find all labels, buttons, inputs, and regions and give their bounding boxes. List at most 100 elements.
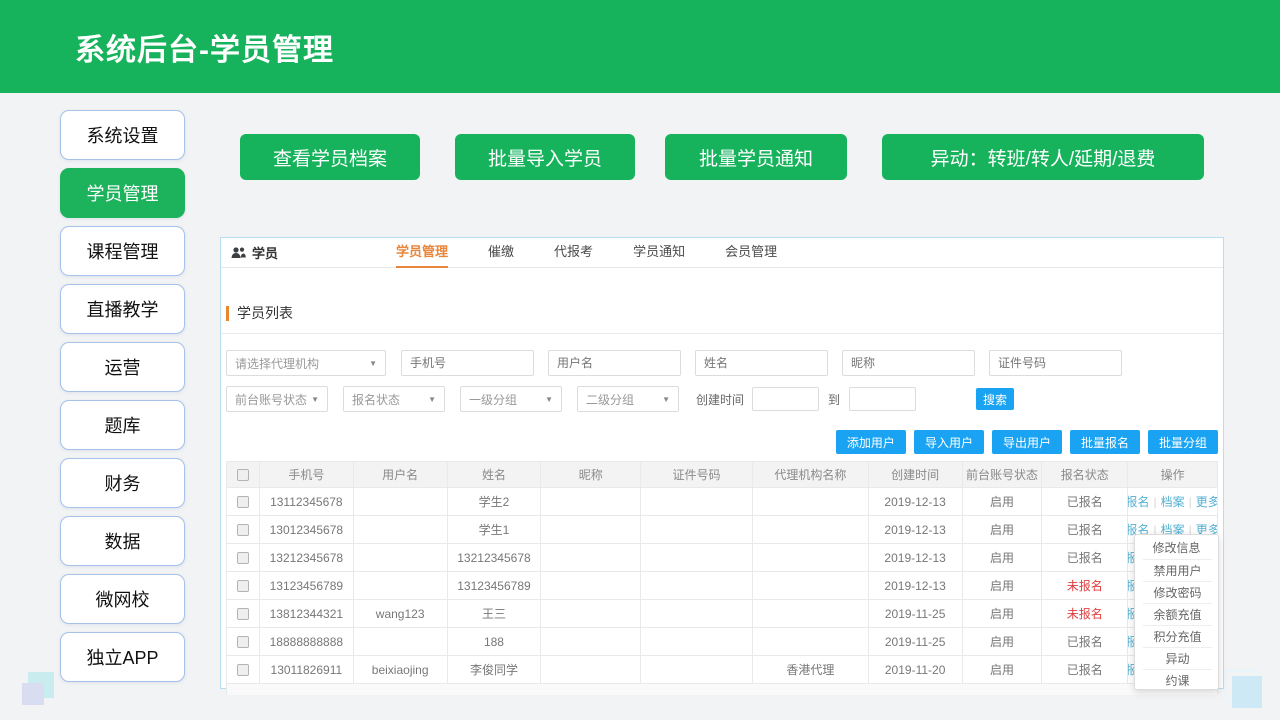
sidebar-item[interactable]: 系统设置 — [60, 110, 185, 160]
action-button-2[interactable]: 批量导入学员 — [455, 134, 635, 180]
cell-id_no — [641, 572, 753, 600]
op-link-more[interactable]: 更多 — [1196, 493, 1218, 510]
cell-created: 2019-12-13 — [869, 544, 963, 572]
tab-active[interactable]: 学员管理 — [396, 238, 448, 268]
filter-input[interactable] — [989, 350, 1122, 376]
op-link-archive[interactable]: 档案 — [1161, 493, 1185, 510]
cell-account_status: 启用 — [963, 516, 1043, 544]
tab-item[interactable]: 催缴 — [488, 238, 514, 268]
row-checkbox[interactable] — [237, 552, 249, 564]
action-button-4[interactable]: 异动：转班/转人/延期/退费 — [882, 134, 1204, 180]
tab-item[interactable]: 会员管理 — [725, 238, 777, 268]
row-checkbox[interactable] — [237, 524, 249, 536]
row-checkbox-cell — [226, 488, 260, 516]
action-button-3[interactable]: 批量学员通知 — [665, 134, 847, 180]
cell-created: 2019-12-13 — [869, 488, 963, 516]
action-button-1[interactable]: 查看学员档案 — [240, 134, 420, 180]
sidebar-item[interactable]: 题库 — [60, 400, 185, 450]
sidebar-item[interactable]: 微网校 — [60, 574, 185, 624]
bulk-button-2[interactable]: 导入用户 — [914, 430, 984, 454]
sidebar-item[interactable]: 财务 — [60, 458, 185, 508]
link-separator: | — [1189, 495, 1192, 509]
dropdown-item[interactable]: 异动 — [1143, 647, 1212, 669]
bulk-button-4[interactable]: 批量报名 — [1070, 430, 1140, 454]
cell-account_status: 启用 — [963, 600, 1043, 628]
sidebar-item-active[interactable]: 学员管理 — [60, 168, 185, 218]
row-checkbox[interactable] — [237, 636, 249, 648]
panel-tabs: 学员管理 催缴 代报考 学员通知 会员管理 — [396, 238, 817, 268]
chevron-down-icon: ▼ — [311, 395, 319, 404]
filter-select[interactable]: 一级分组 ▼ — [460, 386, 562, 412]
created-to-input[interactable] — [849, 387, 916, 411]
row-checkbox[interactable] — [237, 580, 249, 592]
chevron-down-icon: ▼ — [662, 395, 670, 404]
sidebar-item[interactable]: 运营 — [60, 342, 185, 392]
chevron-down-icon: ▼ — [545, 395, 553, 404]
filter-select-value: 二级分组 — [586, 391, 634, 408]
tab-item[interactable]: 代报考 — [554, 238, 593, 268]
filter-select-value: 一级分组 — [469, 391, 517, 408]
search-button[interactable]: 搜索 — [976, 388, 1014, 410]
filter-input[interactable] — [401, 350, 534, 376]
top-banner: 系统后台-学员管理 — [0, 0, 1280, 93]
cell-id_no — [641, 488, 753, 516]
bulk-button-5[interactable]: 批量分组 — [1148, 430, 1218, 454]
cell-reg_status: 已报名 — [1042, 544, 1128, 572]
cell-reg_status: 已报名 — [1042, 516, 1128, 544]
cell-name: 李俊同学 — [448, 656, 542, 684]
cell-account_status: 启用 — [963, 572, 1043, 600]
cell-phone: 13011826911 — [260, 656, 354, 684]
filter-select[interactable]: 前台账号状态▼ — [226, 386, 328, 412]
sidebar-item[interactable]: 课程管理 — [60, 226, 185, 276]
cell-name: 13123456789 — [448, 572, 542, 600]
cell-account_status: 启用 — [963, 488, 1043, 516]
filter-select[interactable]: 二级分组 ▼ — [577, 386, 679, 412]
select-all-checkbox[interactable] — [237, 469, 249, 481]
decorative-square-blue — [1232, 676, 1262, 708]
op-link-register[interactable]: 报名 — [1128, 493, 1149, 510]
row-checkbox[interactable] — [237, 496, 249, 508]
action-button-row: 查看学员档案批量导入学员批量学员通知异动：转班/转人/延期/退费 — [240, 134, 1204, 180]
row-checkbox-cell — [226, 628, 260, 656]
row-checkbox[interactable] — [237, 664, 249, 676]
row-checkbox[interactable] — [237, 608, 249, 620]
created-from-input[interactable] — [752, 387, 819, 411]
cell-name: 王三 — [448, 600, 542, 628]
cell-phone: 13212345678 — [260, 544, 354, 572]
filter-select[interactable]: 请选择代理机构▼ — [226, 350, 386, 376]
tab-item[interactable]: 学员通知 — [633, 238, 685, 268]
cell-account_status: 启用 — [963, 656, 1043, 684]
dropdown-item[interactable]: 禁用用户 — [1143, 559, 1212, 581]
table-row: 13123456789131234567892019-12-13启用未报名报名|… — [226, 572, 1218, 600]
filter-input[interactable] — [548, 350, 681, 376]
dropdown-item[interactable]: 余额充值 — [1143, 603, 1212, 625]
section-title-text: 学员列表 — [237, 303, 293, 323]
cell-nickname — [541, 488, 641, 516]
cell-reg_status: 已报名 — [1042, 488, 1128, 516]
bulk-button-3[interactable]: 导出用户 — [992, 430, 1062, 454]
bulk-button-row: 添加用户导入用户导出用户批量报名批量分组 — [221, 430, 1223, 454]
bulk-button-1[interactable]: 添加用户 — [836, 430, 906, 454]
table-row: 13012345678学生12019-12-13启用已报名报名|档案|更多 — [226, 516, 1218, 544]
filter-select[interactable]: 报名状态▼ — [343, 386, 445, 412]
chevron-down-icon: ▼ — [369, 359, 377, 368]
filter-row-2: 前台账号状态▼报名状态▼一级分组▼二级分组▼创建时间到搜索 — [226, 386, 1218, 412]
column-header: 姓名 — [448, 462, 542, 488]
cell-username — [354, 544, 448, 572]
dropdown-item[interactable]: 积分充值 — [1143, 625, 1212, 647]
to-label: 到 — [828, 391, 840, 408]
sidebar-item[interactable]: 数据 — [60, 516, 185, 566]
students-icon — [231, 246, 246, 259]
dropdown-item[interactable]: 约课 — [1143, 669, 1212, 690]
sidebar-item[interactable]: 直播教学 — [60, 284, 185, 334]
filter-input[interactable] — [695, 350, 828, 376]
table-row: 188888888881882019-11-25启用已报名报名|档案|更多 — [226, 628, 1218, 656]
sidebar-item[interactable]: 独立APP — [60, 632, 185, 682]
filter-input[interactable] — [842, 350, 975, 376]
dropdown-item[interactable]: 修改密码 — [1143, 581, 1212, 603]
dropdown-item[interactable]: 修改信息 — [1135, 537, 1218, 559]
column-header: 报名状态 — [1042, 462, 1128, 488]
cell-account_status: 启用 — [963, 544, 1043, 572]
cell-name: 13212345678 — [448, 544, 542, 572]
panel-header: 学员 学员管理催缴代报考学员通知会员管理 — [221, 238, 1223, 268]
